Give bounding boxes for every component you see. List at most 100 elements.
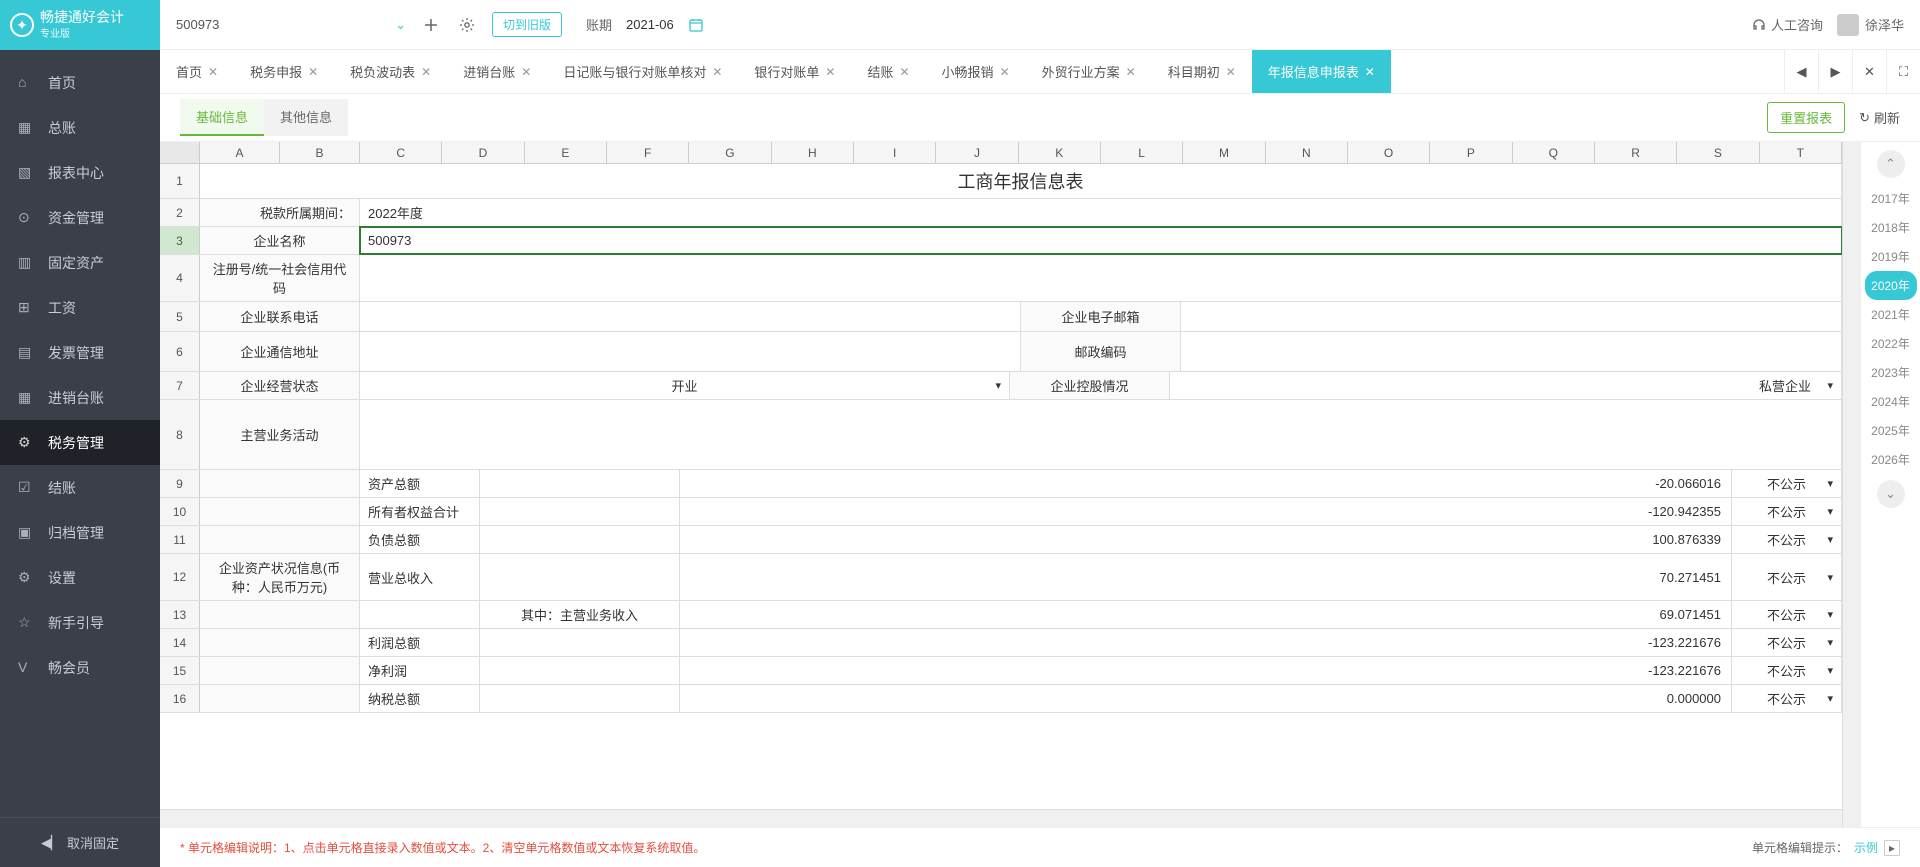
example-toggle-icon[interactable]: ▸: [1884, 840, 1900, 856]
sidebar-item-4[interactable]: ▥固定资产: [0, 240, 160, 285]
row-header-15[interactable]: 15: [160, 657, 200, 684]
publish-select[interactable]: 不公示: [1732, 657, 1842, 684]
col-header-T[interactable]: T: [1760, 142, 1842, 163]
finance-value[interactable]: 70.271451: [680, 554, 1732, 600]
close-icon[interactable]: ✕: [521, 65, 531, 79]
publish-select[interactable]: 不公示: [1732, 470, 1842, 497]
consult-button[interactable]: 人工咨询: [1751, 15, 1823, 34]
col-header-G[interactable]: G: [689, 142, 771, 163]
row-header-12[interactable]: 12: [160, 554, 200, 600]
fullscreen-button[interactable]: ⛶: [1886, 50, 1920, 93]
finance-value[interactable]: 69.071451: [680, 601, 1732, 628]
col-header-O[interactable]: O: [1348, 142, 1430, 163]
holding-select[interactable]: 私营企业: [1170, 372, 1842, 399]
tab-4[interactable]: 日记账与银行对账单核对✕: [547, 50, 738, 93]
sidebar-item-7[interactable]: ▦进销台账: [0, 375, 160, 420]
close-icon[interactable]: ✕: [308, 65, 318, 79]
refresh-button[interactable]: ↻ 刷新: [1859, 108, 1900, 127]
row-header-5[interactable]: 5: [160, 302, 200, 331]
row-header-1[interactable]: 1: [160, 164, 200, 198]
subtab-1[interactable]: 其他信息: [264, 99, 348, 136]
year-scroll-down[interactable]: ⌄: [1877, 480, 1905, 508]
row-header-11[interactable]: 11: [160, 526, 200, 553]
close-icon[interactable]: ✕: [1365, 65, 1375, 79]
calendar-icon[interactable]: [688, 17, 704, 33]
publish-select[interactable]: 不公示: [1732, 629, 1842, 656]
reg-code-input[interactable]: [360, 255, 1842, 301]
finance-value[interactable]: -123.221676: [680, 629, 1732, 656]
tab-9[interactable]: 科目期初✕: [1152, 50, 1252, 93]
year-2026年[interactable]: 2026年: [1865, 445, 1917, 474]
sidebar-item-8[interactable]: ⚙税务管理: [0, 420, 160, 465]
sidebar-item-10[interactable]: ▣归档管理: [0, 510, 160, 555]
col-header-C[interactable]: C: [360, 142, 442, 163]
finance-value[interactable]: 100.876339: [680, 526, 1732, 553]
row-header-13[interactable]: 13: [160, 601, 200, 628]
year-2021年[interactable]: 2021年: [1865, 300, 1917, 329]
row-header-7[interactable]: 7: [160, 372, 200, 399]
old-version-button[interactable]: 切到旧版: [492, 12, 562, 37]
col-header-M[interactable]: M: [1183, 142, 1265, 163]
tab-scroll-right[interactable]: ▶: [1818, 50, 1852, 93]
close-icon[interactable]: ✕: [899, 65, 909, 79]
subtab-0[interactable]: 基础信息: [180, 99, 264, 136]
finance-value[interactable]: -20.066016: [680, 470, 1732, 497]
col-header-R[interactable]: R: [1595, 142, 1677, 163]
tab-10[interactable]: 年报信息申报表✕: [1252, 50, 1391, 93]
col-header-E[interactable]: E: [525, 142, 607, 163]
col-header-L[interactable]: L: [1101, 142, 1183, 163]
close-icon[interactable]: ✕: [1226, 65, 1236, 79]
col-header-P[interactable]: P: [1430, 142, 1512, 163]
company-selector[interactable]: 500973 ⌄: [176, 17, 406, 33]
row-header-14[interactable]: 14: [160, 629, 200, 656]
row-header-16[interactable]: 16: [160, 685, 200, 712]
tab-close-all[interactable]: ✕: [1852, 50, 1886, 93]
sidebar-item-11[interactable]: ⚙设置: [0, 555, 160, 600]
col-header-I[interactable]: I: [854, 142, 936, 163]
company-name-input[interactable]: 500973: [360, 227, 1842, 254]
col-header-B[interactable]: B: [280, 142, 360, 163]
close-icon[interactable]: ✕: [208, 65, 218, 79]
year-2023年[interactable]: 2023年: [1865, 358, 1917, 387]
col-header-H[interactable]: H: [772, 142, 854, 163]
reset-report-button[interactable]: 重置报表: [1767, 102, 1845, 133]
tab-1[interactable]: 税务申报✕: [234, 50, 334, 93]
col-header-N[interactable]: N: [1266, 142, 1348, 163]
address-input[interactable]: [360, 332, 1021, 371]
close-icon[interactable]: ✕: [712, 65, 722, 79]
col-header-Q[interactable]: Q: [1513, 142, 1595, 163]
row-header-2[interactable]: 2: [160, 199, 200, 226]
sidebar-item-9[interactable]: ☑结账: [0, 465, 160, 510]
horizontal-scrollbar[interactable]: [160, 809, 1842, 827]
example-link[interactable]: 示例: [1854, 839, 1878, 856]
sidebar-item-3[interactable]: ⊙资金管理: [0, 195, 160, 240]
add-button[interactable]: [420, 14, 442, 36]
tab-5[interactable]: 银行对账单✕: [738, 50, 851, 93]
close-icon[interactable]: ✕: [825, 65, 835, 79]
finance-value[interactable]: -120.942355: [680, 498, 1732, 525]
select-all-corner[interactable]: [160, 142, 200, 163]
sidebar-item-2[interactable]: ▧报表中心: [0, 150, 160, 195]
year-2017年[interactable]: 2017年: [1865, 184, 1917, 213]
zip-input[interactable]: [1181, 332, 1842, 371]
spreadsheet[interactable]: ABCDEFGHIJKLMNOPQRST 1工商年报信息表2税款所属期间：202…: [160, 142, 1842, 827]
year-2024年[interactable]: 2024年: [1865, 387, 1917, 416]
vertical-scrollbar[interactable]: [1842, 142, 1860, 827]
main-business-input[interactable]: [360, 400, 1842, 469]
col-header-S[interactable]: S: [1677, 142, 1759, 163]
tab-2[interactable]: 税负波动表✕: [334, 50, 447, 93]
tab-7[interactable]: 小畅报销✕: [926, 50, 1026, 93]
year-2022年[interactable]: 2022年: [1865, 329, 1917, 358]
row-header-9[interactable]: 9: [160, 470, 200, 497]
col-header-D[interactable]: D: [442, 142, 524, 163]
col-header-F[interactable]: F: [607, 142, 689, 163]
sidebar-item-5[interactable]: ⊞工资: [0, 285, 160, 330]
col-header-K[interactable]: K: [1019, 142, 1101, 163]
row-header-10[interactable]: 10: [160, 498, 200, 525]
finance-value[interactable]: 0.000000: [680, 685, 1732, 712]
col-header-J[interactable]: J: [936, 142, 1018, 163]
tab-6[interactable]: 结账✕: [851, 50, 925, 93]
col-header-A[interactable]: A: [200, 142, 280, 163]
tab-scroll-left[interactable]: ◀: [1784, 50, 1818, 93]
status-select[interactable]: 开业: [360, 372, 1010, 399]
